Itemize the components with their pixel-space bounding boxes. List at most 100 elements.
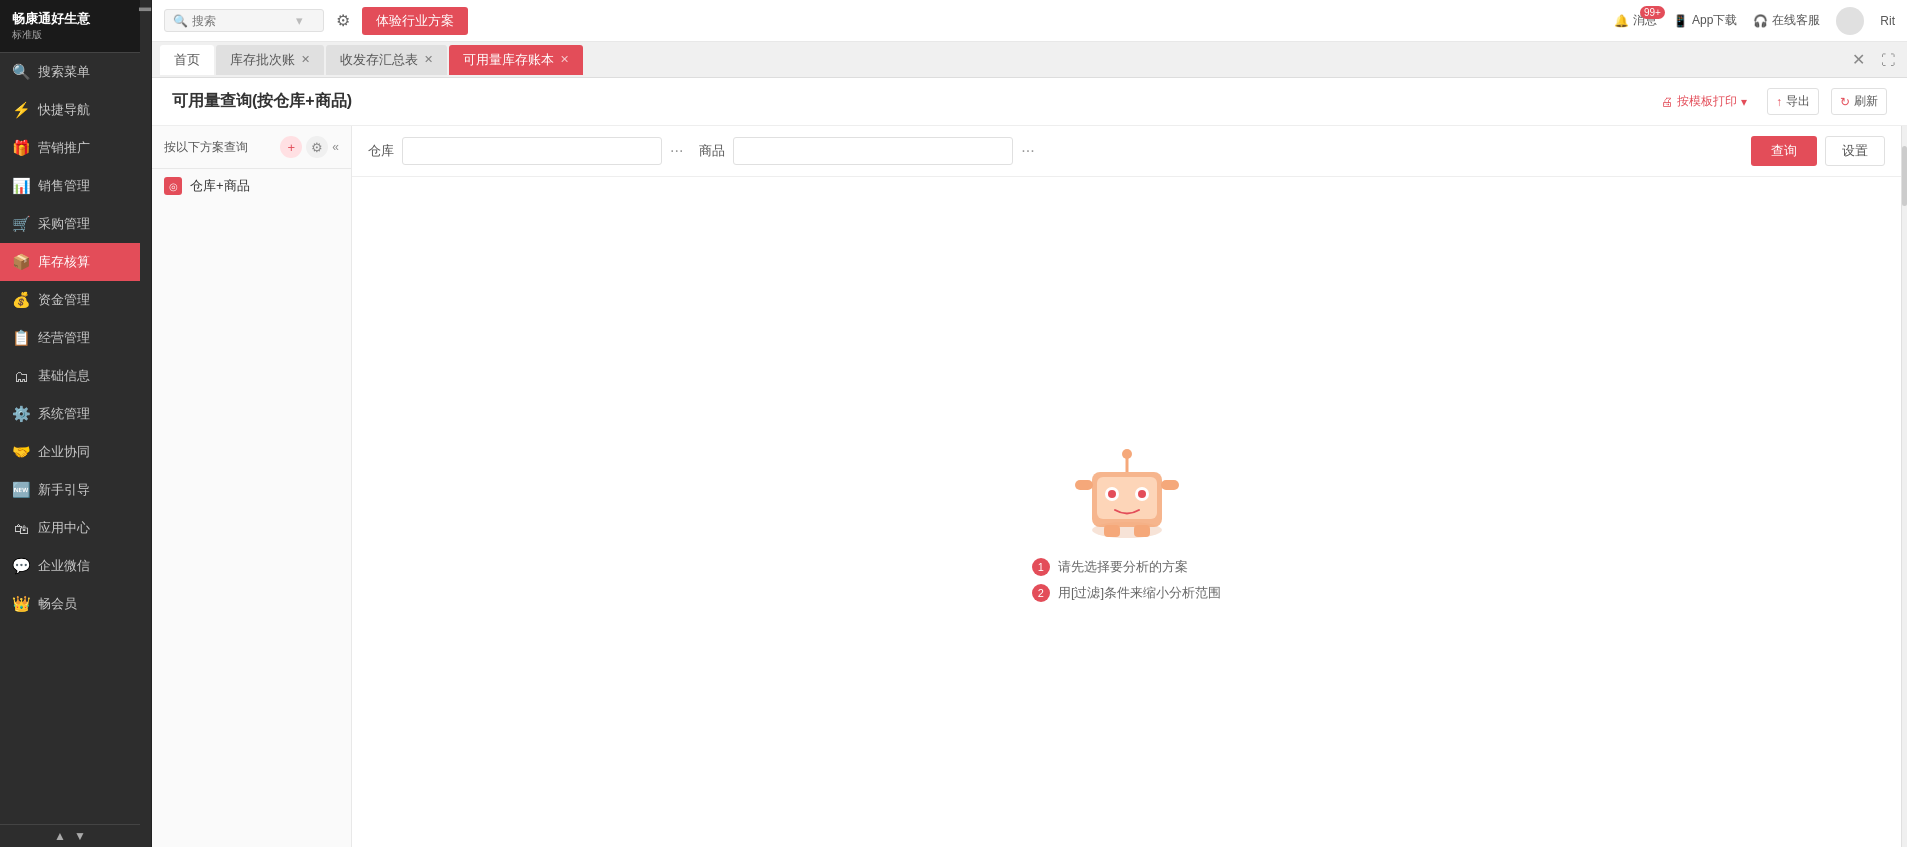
sidebar-scroll-down[interactable]: ▼	[74, 829, 86, 843]
tab-home-label: 首页	[174, 51, 200, 69]
sidebar-logo: 畅康通好生意 标准版	[0, 0, 140, 53]
tab-available-ledger[interactable]: 可用量库存账本 ✕	[449, 45, 583, 75]
sidebar-scroll-up[interactable]: ▲	[54, 829, 66, 843]
dropdown-arrow-icon[interactable]: ▾	[1741, 95, 1747, 109]
sidebar-item-enterprise[interactable]: 🤝 企业协同	[0, 433, 140, 471]
sidebar-item-label: 新手引导	[38, 481, 90, 499]
username-label[interactable]: Rit	[1880, 14, 1895, 28]
export-button[interactable]: ↑ 导出	[1767, 88, 1819, 115]
notification-button[interactable]: 🔔 消息 99+	[1614, 12, 1657, 29]
scheme-item-warehouse-product[interactable]: ◎ 仓库+商品	[152, 169, 351, 203]
column-settings-button[interactable]: 设置	[1825, 136, 1885, 166]
tab-home[interactable]: 首页	[160, 45, 214, 75]
phone-icon: 📱	[1673, 14, 1688, 28]
scrollbar-thumb[interactable]	[1902, 146, 1907, 206]
warehouse-more-button[interactable]: ···	[670, 142, 683, 160]
content-area: 按以下方案查询 + ⚙ « ◎ 仓库+商品	[152, 126, 1907, 847]
sidebar-item-basic[interactable]: 🗂 基础信息	[0, 357, 140, 395]
sidebar-item-label: 库存核算	[38, 253, 90, 271]
settings-icon[interactable]: ⚙	[332, 7, 354, 34]
sidebar-item-newbie[interactable]: 🆕 新手引导	[0, 471, 140, 509]
topbar-search-box[interactable]: 🔍 ▾	[164, 9, 324, 32]
clipboard-icon: 📋	[12, 329, 30, 347]
collapse-panel-button[interactable]: «	[332, 140, 339, 154]
dropdown-arrow-icon[interactable]: ▾	[296, 13, 303, 28]
sidebar-item-inventory[interactable]: 📦 库存核算	[0, 243, 140, 281]
sidebar-item-label: 应用中心	[38, 519, 90, 537]
product-more-button[interactable]: ···	[1021, 142, 1034, 160]
product-input[interactable]	[733, 137, 1013, 165]
right-scrollbar[interactable]	[1901, 126, 1907, 847]
sidebar-scroll: 🔍 搜索菜单 ⚡ 快捷导航 🎁 营销推广 📊 销售管理 🛒 采购管理 📦 库存核…	[0, 53, 140, 824]
plus-icon: +	[288, 140, 296, 155]
tab-expand-button[interactable]: ⛶	[1877, 50, 1899, 70]
template-print-label: 按模板打印	[1677, 93, 1737, 110]
product-label: 商品	[699, 142, 725, 160]
scroll-handle[interactable]: ▐	[140, 4, 151, 11]
scheme-item-label: 仓库+商品	[190, 177, 250, 195]
sidebar-item-label: 快捷导航	[38, 101, 90, 119]
sidebar: 畅康通好生意 标准版 🔍 搜索菜单 ⚡ 快捷导航 🎁 营销推广 📊 销售管理 🛒…	[0, 0, 140, 847]
app-download-label: App下载	[1692, 12, 1737, 29]
tip-text-2: 用[过滤]条件来缩小分析范围	[1058, 584, 1221, 602]
crown-icon: 👑	[12, 595, 30, 613]
tabbar: 首页 库存批次账 ✕ 收发存汇总表 ✕ 可用量库存账本 ✕ ✕ ⛶	[152, 42, 1907, 78]
sidebar-item-appstore[interactable]: 🛍 应用中心	[0, 509, 140, 547]
box-icon: 📦	[12, 253, 30, 271]
avatar[interactable]	[1836, 7, 1864, 35]
tab-batch-ledger[interactable]: 库存批次账 ✕	[216, 45, 324, 75]
tip-number-1: 1	[1032, 558, 1050, 576]
svg-rect-12	[1134, 525, 1150, 537]
warehouse-input[interactable]	[402, 137, 662, 165]
tab-available-ledger-close[interactable]: ✕	[560, 53, 569, 66]
cart-icon: 🛒	[12, 215, 30, 233]
sidebar-item-finance[interactable]: 💰 资金管理	[0, 281, 140, 319]
tab-close-all-button[interactable]: ✕	[1848, 48, 1869, 71]
template-print-button[interactable]: 🖨 按模板打印 ▾	[1653, 89, 1755, 114]
online-service-button[interactable]: 🎧 在线客服	[1753, 12, 1820, 29]
tip-number-2: 2	[1032, 584, 1050, 602]
svg-rect-9	[1075, 480, 1093, 490]
tip-text-1: 请先选择要分析的方案	[1058, 558, 1188, 576]
logo-title: 畅康通好生意	[12, 10, 128, 28]
right-panel: 仓库 ··· 商品 ··· 查询 设置	[352, 126, 1901, 847]
tab-batch-ledger-close[interactable]: ✕	[301, 53, 310, 66]
topbar-right: 🔔 消息 99+ 📱 App下载 🎧 在线客服 Rit	[1614, 7, 1895, 35]
app-download-button[interactable]: 📱 App下载	[1673, 12, 1737, 29]
sidebar-scroll-strip: ▐	[140, 0, 152, 847]
empty-state: 1 请先选择要分析的方案 2 用[过滤]条件来缩小分析范围	[352, 177, 1901, 847]
add-scheme-button[interactable]: +	[280, 136, 302, 158]
service-label: 在线客服	[1772, 12, 1820, 29]
tabbar-right: ✕ ⛶	[1848, 48, 1899, 71]
sidebar-item-system[interactable]: ⚙️ 系统管理	[0, 395, 140, 433]
sidebar-item-purchase[interactable]: 🛒 采购管理	[0, 205, 140, 243]
print-icon: 🖨	[1661, 95, 1673, 109]
notification-badge: 99+	[1640, 6, 1665, 19]
sidebar-item-wechat[interactable]: 💬 企业微信	[0, 547, 140, 585]
refresh-button[interactable]: ↻ 刷新	[1831, 88, 1887, 115]
trial-industry-button[interactable]: 体验行业方案	[362, 7, 468, 35]
query-button[interactable]: 查询	[1751, 136, 1817, 166]
empty-tips: 1 请先选择要分析的方案 2 用[过滤]条件来缩小分析范围	[1032, 558, 1221, 602]
page-title: 可用量查询(按仓库+商品)	[172, 91, 352, 112]
sidebar-item-search[interactable]: 🔍 搜索菜单	[0, 53, 140, 91]
sidebar-item-marketing[interactable]: 🎁 营销推广	[0, 129, 140, 167]
warehouse-filter-field: 仓库 ···	[368, 137, 683, 165]
svg-point-6	[1138, 490, 1146, 498]
search-icon: 🔍	[173, 14, 188, 28]
money-icon: 💰	[12, 291, 30, 309]
sidebar-item-label: 销售管理	[38, 177, 90, 195]
sidebar-item-shortcut[interactable]: ⚡ 快捷导航	[0, 91, 140, 129]
sidebar-item-label: 系统管理	[38, 405, 90, 423]
tab-recv-summary-close[interactable]: ✕	[424, 53, 433, 66]
sidebar-item-member[interactable]: 👑 畅会员	[0, 585, 140, 623]
sidebar-item-sales[interactable]: 📊 销售管理	[0, 167, 140, 205]
product-filter-field: 商品 ···	[699, 137, 1034, 165]
folder-icon: 🗂	[12, 368, 30, 385]
tab-recv-summary[interactable]: 收发存汇总表 ✕	[326, 45, 447, 75]
scheme-settings-button[interactable]: ⚙	[306, 136, 328, 158]
export-icon: ↑	[1776, 95, 1782, 109]
topbar-search-input[interactable]	[192, 14, 292, 28]
sidebar-item-operations[interactable]: 📋 经营管理	[0, 319, 140, 357]
scheme-item-icon: ◎	[164, 177, 182, 195]
